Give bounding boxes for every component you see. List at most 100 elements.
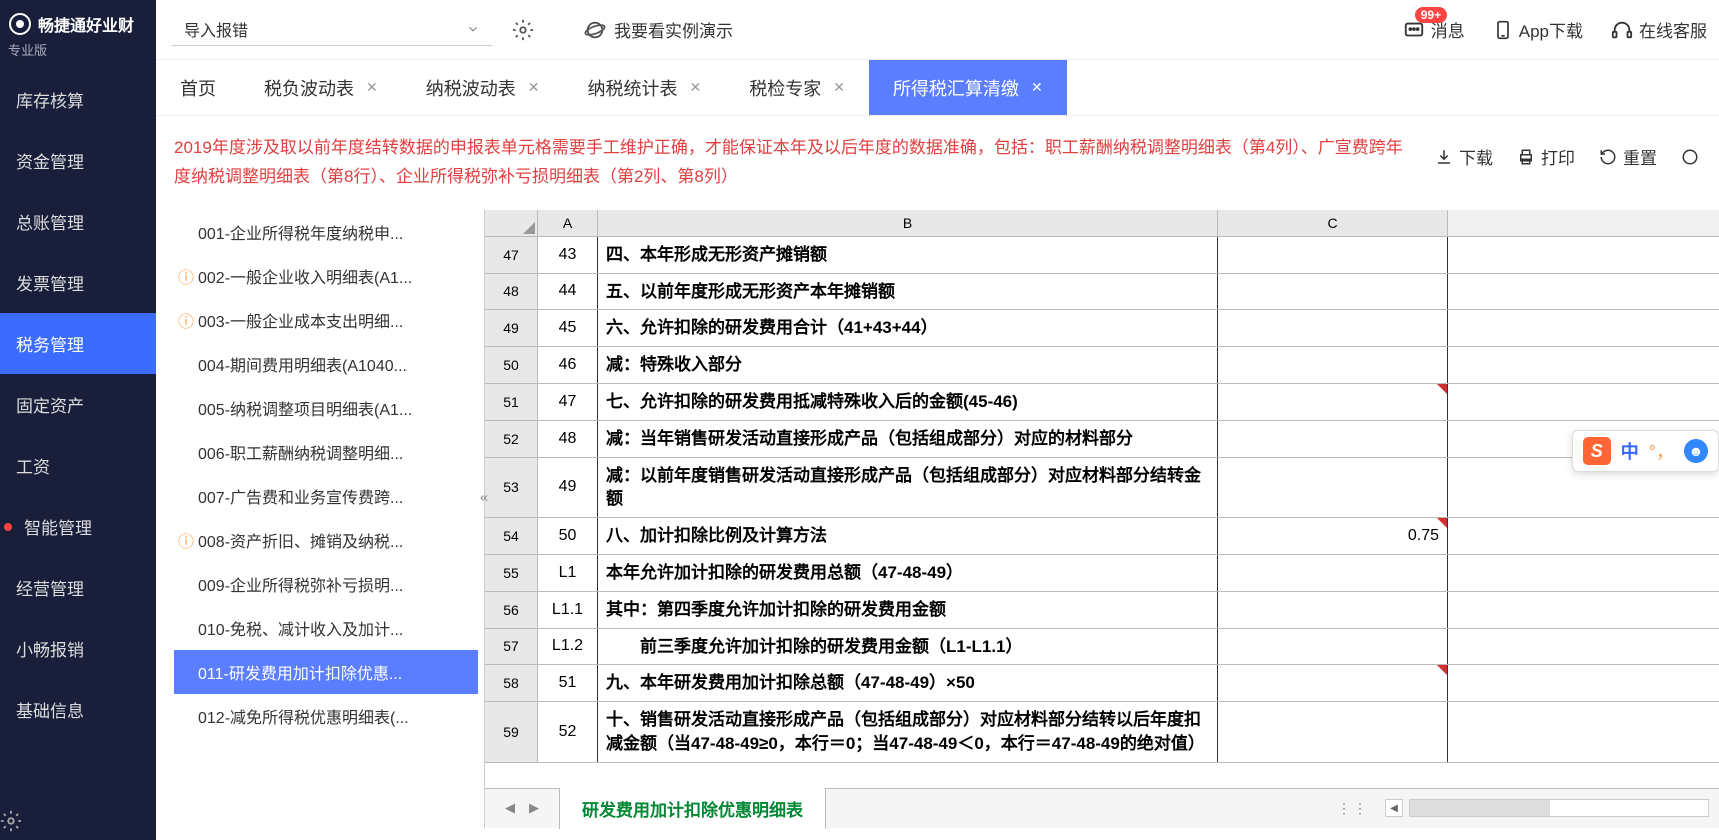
row-header[interactable]: 52 [485,421,538,457]
row-header[interactable]: 55 [485,555,538,591]
form-item-8[interactable]: 009-企业所得税弥补亏损明... [174,562,478,606]
tab-2[interactable]: 纳税波动表✕ [402,60,564,115]
cell-a[interactable]: L1.1 [538,592,598,628]
tab-3[interactable]: 纳税统计表✕ [563,60,725,115]
sidebar-item-3[interactable]: 发票管理 [0,252,156,313]
sheet-menu-icon[interactable]: ⋮⋮ [1327,800,1379,817]
form-item-1[interactable]: ⓘ002-一般企业收入明细表(A1... [174,254,478,298]
form-item-7[interactable]: ⓘ008-资产折旧、摊销及纳税... [174,518,478,562]
sidebar-item-0[interactable]: 库存核算 [0,69,156,130]
sidebar-item-8[interactable]: 经营管理 [0,557,156,618]
cell-a[interactable]: 46 [538,347,598,383]
row-header[interactable]: 57 [485,629,538,665]
cell-b[interactable]: 本年允许加计扣除的研发费用总额（47-48-49） [598,555,1218,591]
cell-a[interactable]: 48 [538,421,598,457]
cell-a[interactable]: L1 [538,555,598,591]
cell-c[interactable] [1218,592,1448,628]
row-header[interactable]: 49 [485,310,538,346]
close-icon[interactable]: ✕ [528,79,540,96]
sidebar-item-4[interactable]: 税务管理 [0,313,156,374]
messages-button[interactable]: 99+ 消息 [1403,17,1465,42]
cell-c[interactable] [1218,702,1448,762]
form-item-11[interactable]: 012-减免所得税优惠明细表(... [174,694,478,738]
row-header[interactable]: 51 [485,384,538,420]
cell-b[interactable]: 其中：第四季度允许加计扣除的研发费用金额 [598,592,1218,628]
cell-b[interactable]: 十、销售研发活动直接形成产品（包括组成部分）对应材料部分结转以后年度扣减金额（当… [598,702,1218,762]
more-icon[interactable] [1681,148,1699,166]
cell-c[interactable] [1218,629,1448,665]
select-all-cell[interactable] [485,210,538,236]
row-header[interactable]: 54 [485,518,538,554]
sidebar-item-10[interactable]: 基础信息 [0,679,156,740]
ime-mode-label[interactable]: 中 [1621,438,1639,464]
form-item-9[interactable]: 010-免税、减计收入及加计... [174,606,478,650]
close-icon[interactable]: ✕ [833,79,845,96]
cell-a[interactable]: 52 [538,702,598,762]
sheet-nav-next[interactable]: ▶ [529,800,539,816]
row-header[interactable]: 50 [485,347,538,383]
cell-a[interactable]: 45 [538,310,598,346]
tab-1[interactable]: 税负波动表✕ [240,60,402,115]
row-header[interactable]: 56 [485,592,538,628]
form-item-0[interactable]: 001-企业所得税年度纳税申... [174,210,478,254]
reset-button[interactable]: 重置 [1599,144,1657,169]
form-item-4[interactable]: 005-纳税调整项目明细表(A1... [174,386,478,430]
cell-a[interactable]: 49 [538,458,598,518]
cell-c[interactable] [1218,347,1448,383]
tab-4[interactable]: 税检专家✕ [725,60,869,115]
cell-a[interactable]: 44 [538,274,598,310]
settings-button[interactable] [512,19,534,41]
tab-0[interactable]: 首页 [156,60,240,115]
row-header[interactable]: 53 [485,458,538,518]
cell-b[interactable]: 减：当年销售研发活动直接形成产品（包括组成部分）对应的材料部分 [598,421,1218,457]
form-item-3[interactable]: 004-期间费用明细表(A1040... [174,342,478,386]
cell-c[interactable] [1218,384,1448,420]
download-button[interactable]: 下载 [1435,144,1493,169]
scroll-left-button[interactable]: ◀ [1385,799,1403,817]
close-icon[interactable]: ✕ [689,79,701,96]
sidebar-item-2[interactable]: 总账管理 [0,191,156,252]
tab-5[interactable]: 所得税汇算清缴✕ [869,60,1067,115]
close-icon[interactable]: ✕ [366,79,378,96]
row-header[interactable]: 47 [485,237,538,273]
ime-toolbar[interactable]: S 中 °， ☻ [1572,430,1719,472]
cell-b[interactable]: 四、本年形成无形资产摊销额 [598,237,1218,273]
sidebar-item-1[interactable]: 资金管理 [0,130,156,191]
ime-emoji-icon[interactable]: ☻ [1684,439,1708,463]
cell-c[interactable]: 0.75 [1218,518,1448,554]
row-header[interactable]: 58 [485,665,538,701]
cell-c[interactable] [1218,310,1448,346]
form-item-5[interactable]: 006-职工薪酬纳税调整明细... [174,430,478,474]
sidebar-item-9[interactable]: 小畅报销 [0,618,156,679]
cell-b[interactable]: 减：以前年度销售研发活动直接形成产品（包括组成部分）对应材料部分结转金额 [598,458,1218,518]
row-header[interactable]: 48 [485,274,538,310]
cell-a[interactable]: 50 [538,518,598,554]
form-item-10[interactable]: 011-研发费用加计扣除优惠... [174,650,478,694]
sidebar-item-5[interactable]: 固定资产 [0,374,156,435]
horizontal-scrollbar[interactable] [1409,799,1709,817]
column-header-a[interactable]: A [538,210,598,236]
demo-link[interactable]: 我要看实例演示 [584,17,733,42]
cell-a[interactable]: 43 [538,237,598,273]
print-button[interactable]: 打印 [1517,144,1575,169]
cell-b[interactable]: 七、允许扣除的研发费用抵减特殊收入后的金额(45-46) [598,384,1218,420]
cell-a[interactable]: L1.2 [538,629,598,665]
cell-c[interactable] [1218,274,1448,310]
cell-c[interactable] [1218,237,1448,273]
column-header-c[interactable]: C [1218,210,1448,236]
sidebar-item-6[interactable]: 工资 [0,435,156,496]
cell-b[interactable]: 前三季度允许加计扣除的研发费用金额（L1-L1.1） [598,629,1218,665]
cell-b[interactable]: 五、以前年度形成无形资产本年摊销额 [598,274,1218,310]
cell-a[interactable]: 51 [538,665,598,701]
cell-c[interactable] [1218,665,1448,701]
row-header[interactable]: 59 [485,702,538,762]
cell-c[interactable] [1218,555,1448,591]
sidebar-item-7[interactable]: 智能管理 [0,496,156,557]
cell-b[interactable]: 九、本年研发费用加计扣除总额（47-48-49）×50 [598,665,1218,701]
customer-service-button[interactable]: 在线客服 [1611,17,1707,42]
collapse-panel-button[interactable] [478,490,490,506]
close-icon[interactable]: ✕ [1031,79,1043,96]
cell-b[interactable]: 八、加计扣除比例及计算方法 [598,518,1218,554]
column-header-b[interactable]: B [598,210,1218,236]
app-download-button[interactable]: App下载 [1493,17,1583,42]
